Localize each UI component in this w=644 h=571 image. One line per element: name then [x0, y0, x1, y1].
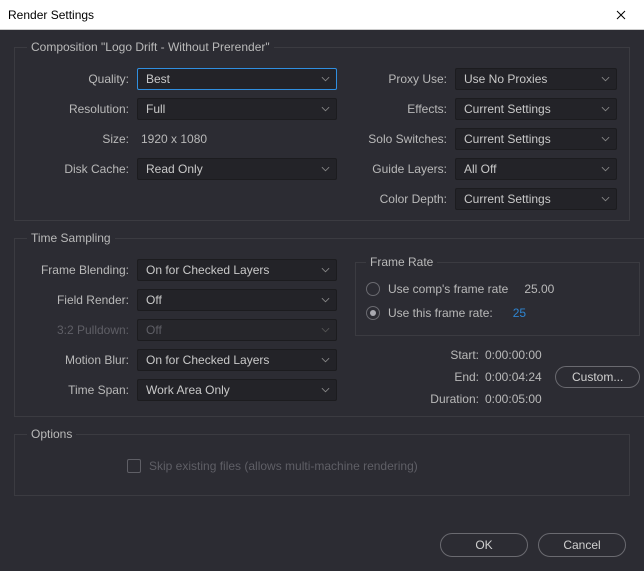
chevron-down-icon — [601, 166, 610, 172]
depth-value: Current Settings — [464, 192, 551, 206]
chevron-down-icon — [321, 106, 330, 112]
chevron-down-icon — [321, 297, 330, 303]
timespan-label: Time Span: — [27, 383, 137, 397]
effects-value: Current Settings — [464, 102, 551, 116]
depth-label: Color Depth: — [355, 192, 455, 206]
framerate-legend: Frame Rate — [366, 255, 437, 269]
proxy-value: Use No Proxies — [464, 72, 547, 86]
framerate-custom-row[interactable]: Use this frame rate: 25 — [366, 301, 629, 325]
composition-legend: Composition "Logo Drift - Without Preren… — [27, 40, 274, 54]
duration-value: 0:00:05:00 — [485, 392, 555, 406]
pulldown-label: 3:2 Pulldown: — [27, 323, 137, 337]
start-value: 0:00:00:00 — [485, 348, 555, 362]
ok-button[interactable]: OK — [440, 533, 528, 557]
chevron-down-icon — [321, 267, 330, 273]
size-value: 1920 x 1080 — [137, 132, 207, 146]
diskcache-value: Read Only — [146, 162, 203, 176]
motionblur-select[interactable]: On for Checked Layers — [137, 349, 337, 371]
resolution-value: Full — [146, 102, 165, 116]
motionblur-value: On for Checked Layers — [146, 353, 269, 367]
chevron-down-icon — [601, 196, 610, 202]
timesampling-group: Time Sampling Frame Blending: On for Che… — [14, 231, 644, 417]
guide-label: Guide Layers: — [355, 162, 455, 176]
timespan-value: Work Area Only — [146, 383, 230, 397]
size-label: Size: — [27, 132, 137, 146]
motionblur-label: Motion Blur: — [27, 353, 137, 367]
resolution-select[interactable]: Full — [137, 98, 337, 120]
close-button[interactable] — [598, 0, 644, 30]
framerate-custom-input[interactable]: 25 — [513, 306, 526, 320]
chevron-down-icon — [321, 387, 330, 393]
chevron-down-icon — [601, 136, 610, 142]
options-group: Options Skip existing files (allows mult… — [14, 427, 630, 496]
solo-label: Solo Switches: — [355, 132, 455, 146]
skip-checkbox — [127, 459, 141, 473]
framerate-comp-value: 25.00 — [524, 282, 554, 296]
framerate-group: Frame Rate Use comp's frame rate 25.00 U… — [355, 255, 640, 336]
options-legend: Options — [27, 427, 76, 441]
custom-button[interactable]: Custom... — [555, 366, 640, 388]
framerate-comp-label: Use comp's frame rate — [388, 282, 508, 296]
fieldrender-select[interactable]: Off — [137, 289, 337, 311]
fieldrender-label: Field Render: — [27, 293, 137, 307]
proxy-select[interactable]: Use No Proxies — [455, 68, 617, 90]
duration-label: Duration: — [355, 392, 485, 406]
chevron-down-icon — [321, 76, 330, 82]
framerate-comp-row[interactable]: Use comp's frame rate 25.00 — [366, 277, 629, 301]
chevron-down-icon — [601, 106, 610, 112]
chevron-down-icon — [601, 76, 610, 82]
quality-select[interactable]: Best — [137, 68, 337, 90]
chevron-down-icon — [321, 357, 330, 363]
skip-label: Skip existing files (allows multi-machin… — [149, 459, 418, 473]
quality-label: Quality: — [27, 72, 137, 86]
frameblend-value: On for Checked Layers — [146, 263, 269, 277]
timesampling-legend: Time Sampling — [27, 231, 115, 245]
proxy-label: Proxy Use: — [355, 72, 455, 86]
chevron-down-icon — [321, 327, 330, 333]
fieldrender-value: Off — [146, 293, 162, 307]
effects-select[interactable]: Current Settings — [455, 98, 617, 120]
solo-value: Current Settings — [464, 132, 551, 146]
diskcache-label: Disk Cache: — [27, 162, 137, 176]
framerate-custom-label: Use this frame rate: — [388, 306, 493, 320]
effects-label: Effects: — [355, 102, 455, 116]
start-label: Start: — [355, 348, 485, 362]
resolution-label: Resolution: — [27, 102, 137, 116]
window-title: Render Settings — [8, 8, 598, 22]
titlebar: Render Settings — [0, 0, 644, 30]
radio-icon — [366, 282, 380, 296]
frameblend-select[interactable]: On for Checked Layers — [137, 259, 337, 281]
guide-select[interactable]: All Off — [455, 158, 617, 180]
frameblend-label: Frame Blending: — [27, 263, 137, 277]
timespan-select[interactable]: Work Area Only — [137, 379, 337, 401]
solo-select[interactable]: Current Settings — [455, 128, 617, 150]
close-icon — [616, 10, 626, 20]
quality-value: Best — [146, 72, 170, 86]
cancel-button[interactable]: Cancel — [538, 533, 626, 557]
end-value: 0:00:04:24 — [485, 370, 555, 384]
end-label: End: — [355, 370, 485, 384]
depth-select[interactable]: Current Settings — [455, 188, 617, 210]
diskcache-select[interactable]: Read Only — [137, 158, 337, 180]
pulldown-select: Off — [137, 319, 337, 341]
guide-value: All Off — [464, 162, 496, 176]
chevron-down-icon — [321, 166, 330, 172]
pulldown-value: Off — [146, 323, 162, 337]
radio-icon — [366, 306, 380, 320]
composition-group: Composition "Logo Drift - Without Preren… — [14, 40, 630, 221]
